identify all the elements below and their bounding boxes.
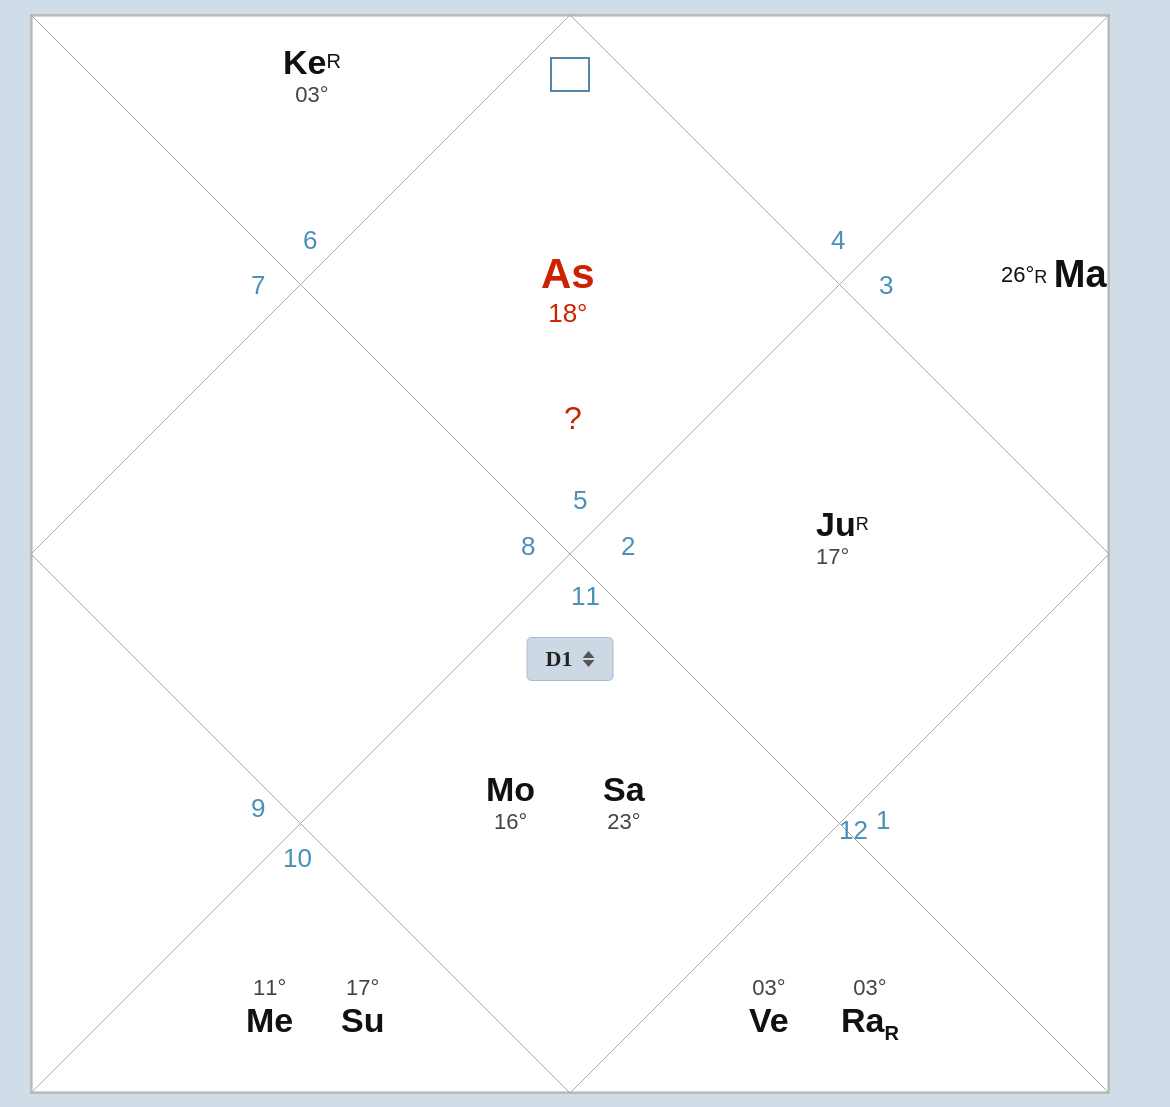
house-9: 9 <box>251 793 265 824</box>
unknown-symbol: ? <box>564 400 582 437</box>
planet-mars: 26°R Ma <box>1001 253 1107 296</box>
dropdown-arrows-icon <box>582 651 594 667</box>
planet-venus: 03° Ve <box>749 975 789 1040</box>
right-panel <box>1110 0 1170 1107</box>
house-4: 4 <box>831 225 845 256</box>
planet-sun: 17° Su <box>341 975 384 1040</box>
d1-dropdown-button[interactable]: D1 <box>527 637 614 681</box>
planet-saturn: Sa 23° <box>603 770 645 835</box>
planet-jupiter: JuR 17° <box>816 505 869 570</box>
house-7: 7 <box>251 270 265 301</box>
house-10: 10 <box>283 843 312 874</box>
planet-moon: Mo 16° <box>486 770 535 835</box>
top-square-symbol <box>550 57 590 92</box>
house-12: 12 <box>839 815 868 846</box>
ascendant-label: As 18° <box>541 250 595 329</box>
house-5: 5 <box>573 485 587 516</box>
planet-rahu: 03° RaR <box>841 975 899 1045</box>
house-6: 6 <box>303 225 317 256</box>
planet-ketu: KeR 03° <box>283 43 341 108</box>
house-3: 3 <box>879 270 893 301</box>
planet-mercury: 11° Me <box>246 975 293 1040</box>
house-2: 2 <box>621 531 635 562</box>
house-11: 11 <box>571 581 600 612</box>
house-1: 1 <box>876 805 890 836</box>
house-8: 8 <box>521 531 535 562</box>
d1-label: D1 <box>546 646 573 672</box>
